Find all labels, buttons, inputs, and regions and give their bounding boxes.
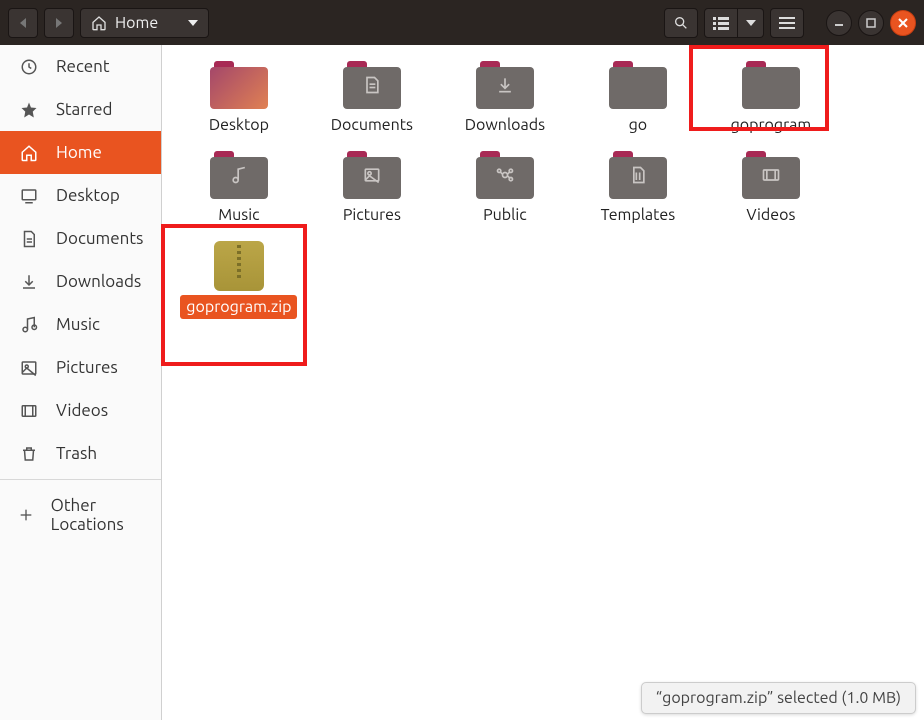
clock-icon bbox=[18, 58, 40, 76]
document-icon bbox=[18, 230, 40, 248]
sidebar-item-label: Documents bbox=[56, 229, 143, 248]
view-mode-group bbox=[704, 8, 764, 38]
sidebar-separator bbox=[0, 479, 161, 480]
sidebar-item-label: Videos bbox=[56, 401, 108, 420]
sidebar-item-starred[interactable]: Starred bbox=[0, 88, 161, 131]
file-grid: Desktop Documents Downloads go g bbox=[172, 55, 914, 327]
sidebar-item-recent[interactable]: Recent bbox=[0, 45, 161, 88]
folder-icon bbox=[609, 61, 667, 109]
file-view[interactable]: Desktop Documents Downloads go g bbox=[162, 45, 924, 720]
folder-downloads[interactable]: Downloads bbox=[438, 55, 571, 145]
folder-templates[interactable]: Templates bbox=[571, 145, 704, 235]
pictures-icon bbox=[18, 359, 40, 377]
list-view-button[interactable] bbox=[704, 8, 738, 38]
maximize-button[interactable] bbox=[858, 10, 884, 36]
trash-icon bbox=[18, 445, 40, 463]
titlebar: Home bbox=[0, 0, 924, 45]
star-icon bbox=[18, 101, 40, 119]
sidebar: Recent Starred Home Desktop Documents Do… bbox=[0, 45, 162, 720]
folder-icon bbox=[609, 151, 667, 199]
desktop-icon bbox=[18, 187, 40, 205]
folder-icon bbox=[343, 151, 401, 199]
sidebar-item-desktop[interactable]: Desktop bbox=[0, 174, 161, 217]
folder-pictures[interactable]: Pictures bbox=[305, 145, 438, 235]
item-label: goprogram.zip bbox=[180, 295, 297, 319]
forward-button[interactable] bbox=[44, 8, 74, 38]
item-label: goprogram bbox=[725, 113, 818, 137]
item-label: Documents bbox=[325, 113, 419, 137]
folder-music[interactable]: Music bbox=[172, 145, 305, 235]
sidebar-item-trash[interactable]: Trash bbox=[0, 432, 161, 475]
sidebar-item-label: Recent bbox=[56, 57, 110, 76]
sidebar-item-downloads[interactable]: Downloads bbox=[0, 260, 161, 303]
sidebar-item-label: Pictures bbox=[56, 358, 118, 377]
sidebar-item-label: Downloads bbox=[56, 272, 141, 291]
item-label: Desktop bbox=[203, 113, 275, 137]
hamburger-menu-button[interactable] bbox=[770, 8, 804, 38]
videos-icon bbox=[18, 402, 40, 420]
folder-goprogram[interactable]: goprogram bbox=[704, 55, 837, 145]
folder-icon bbox=[742, 61, 800, 109]
home-icon bbox=[91, 15, 107, 31]
plus-icon bbox=[18, 507, 35, 523]
folder-go[interactable]: go bbox=[571, 55, 704, 145]
item-label: Videos bbox=[740, 203, 801, 227]
music-icon bbox=[18, 316, 40, 334]
file-goprogram-zip[interactable]: goprogram.zip bbox=[172, 235, 305, 327]
folder-icon bbox=[210, 61, 268, 109]
sidebar-item-videos[interactable]: Videos bbox=[0, 389, 161, 432]
folder-videos[interactable]: Videos bbox=[704, 145, 837, 235]
folder-icon bbox=[343, 61, 401, 109]
sidebar-item-label: Music bbox=[56, 315, 100, 334]
download-icon bbox=[18, 273, 40, 291]
sidebar-item-label: Trash bbox=[56, 444, 97, 463]
path-bar[interactable]: Home bbox=[80, 8, 209, 38]
folder-icon bbox=[476, 61, 534, 109]
minimize-button[interactable] bbox=[826, 10, 852, 36]
sidebar-item-pictures[interactable]: Pictures bbox=[0, 346, 161, 389]
item-label: Pictures bbox=[337, 203, 407, 227]
item-label: Public bbox=[477, 203, 533, 227]
sidebar-item-other-locations[interactable]: Other Locations bbox=[0, 484, 161, 546]
sidebar-item-label: Desktop bbox=[56, 186, 120, 205]
folder-icon bbox=[476, 151, 534, 199]
item-label: go bbox=[623, 113, 654, 137]
back-button[interactable] bbox=[8, 8, 38, 38]
status-bar: “goprogram.zip” selected (1.0 MB) bbox=[641, 682, 916, 714]
item-label: Templates bbox=[595, 203, 682, 227]
folder-desktop[interactable]: Desktop bbox=[172, 55, 305, 145]
chevron-down-icon bbox=[188, 20, 198, 26]
item-label: Downloads bbox=[459, 113, 551, 137]
folder-documents[interactable]: Documents bbox=[305, 55, 438, 145]
path-label: Home bbox=[115, 14, 158, 32]
sidebar-item-documents[interactable]: Documents bbox=[0, 217, 161, 260]
view-dropdown-button[interactable] bbox=[738, 8, 764, 38]
item-label: Music bbox=[212, 203, 265, 227]
main-area: Recent Starred Home Desktop Documents Do… bbox=[0, 45, 924, 720]
folder-public[interactable]: Public bbox=[438, 145, 571, 235]
sidebar-item-music[interactable]: Music bbox=[0, 303, 161, 346]
sidebar-item-label: Other Locations bbox=[51, 496, 144, 534]
sidebar-item-label: Home bbox=[56, 143, 102, 162]
home-icon bbox=[18, 144, 40, 162]
folder-icon bbox=[742, 151, 800, 199]
archive-icon bbox=[214, 241, 264, 291]
close-button[interactable] bbox=[890, 10, 916, 36]
search-button[interactable] bbox=[664, 8, 698, 38]
sidebar-item-home[interactable]: Home bbox=[0, 131, 161, 174]
sidebar-item-label: Starred bbox=[56, 100, 113, 119]
status-text: “goprogram.zip” selected (1.0 MB) bbox=[656, 689, 901, 707]
folder-icon bbox=[210, 151, 268, 199]
